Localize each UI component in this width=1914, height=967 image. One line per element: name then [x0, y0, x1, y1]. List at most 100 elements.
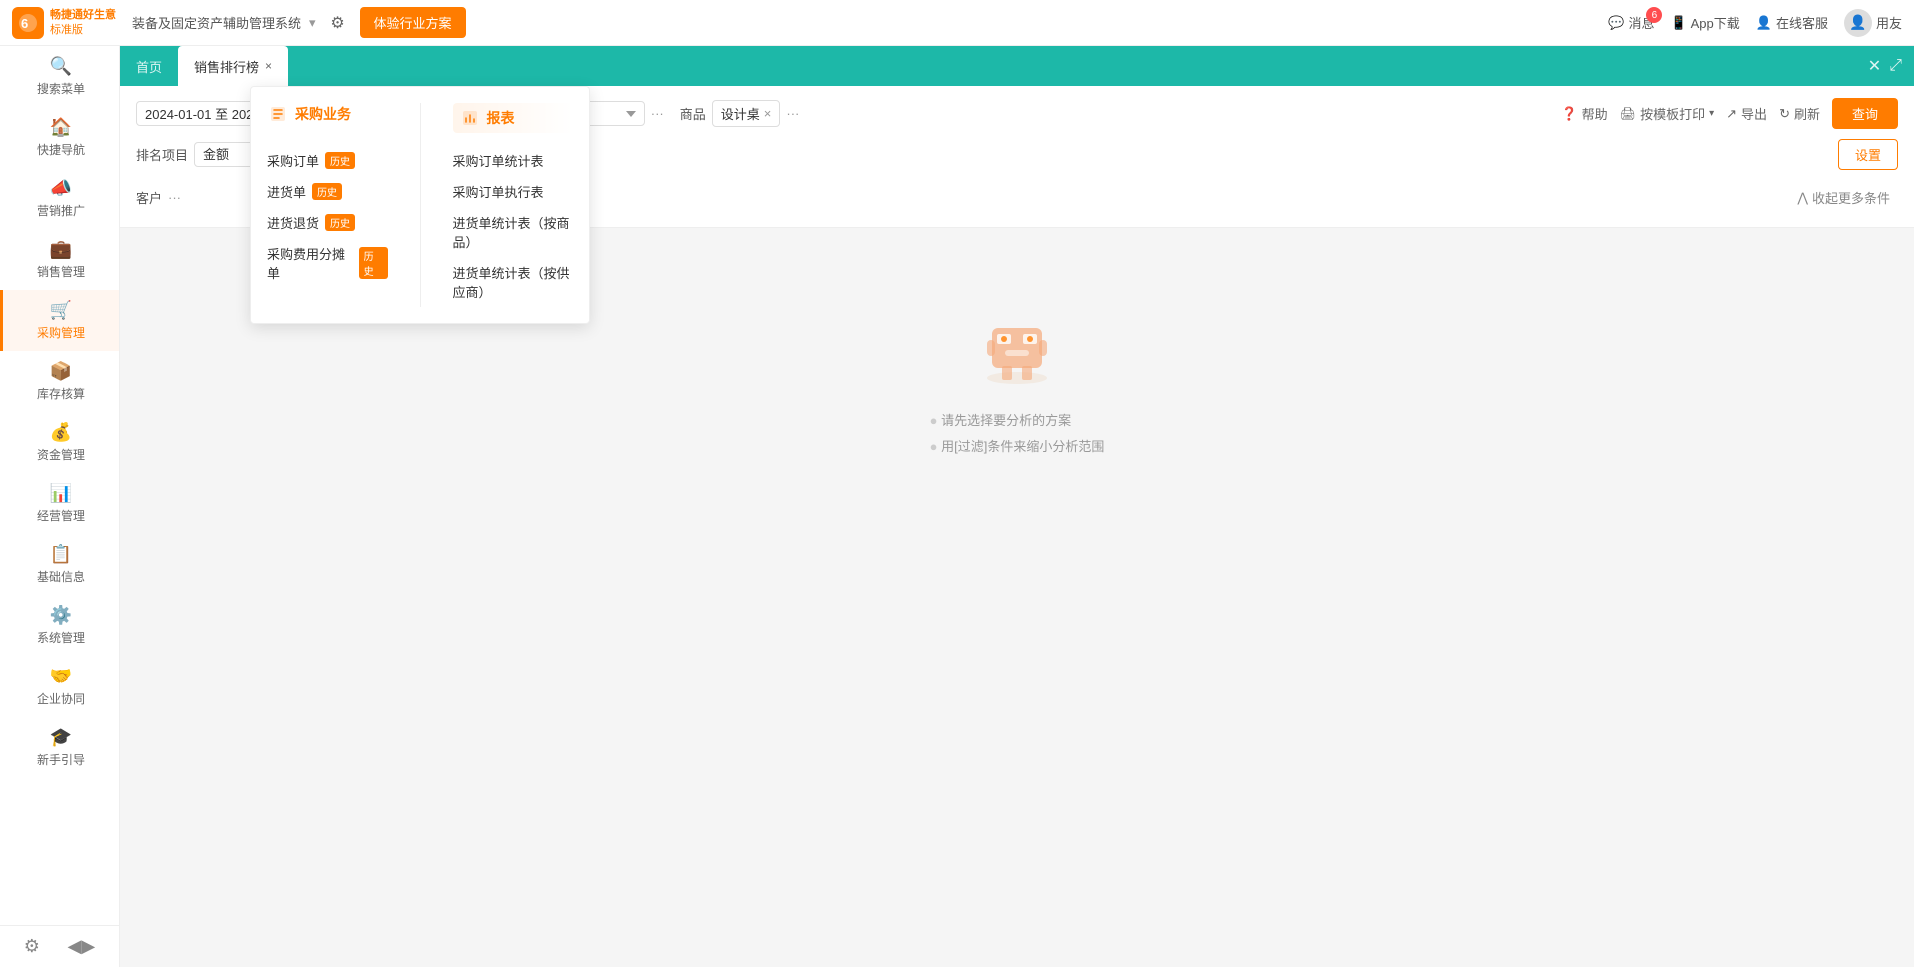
dropdown-item-stock-in[interactable]: 进货单 历史 — [267, 176, 388, 207]
reports-header-icon — [459, 107, 481, 129]
empty-text: 请先选择要分析的方案 用[过滤]条件来缩小分析范围 — [930, 408, 1105, 460]
sidebar-item-sales[interactable]: 💼 销售管理 — [0, 229, 119, 290]
collapse-sidebar-btn[interactable]: ◀▶ — [68, 936, 96, 957]
close-window-icon[interactable]: ✕ — [1868, 56, 1881, 76]
dropdown-item-label: 采购订单 — [267, 151, 319, 170]
sidebar-item-capital[interactable]: 💰 资金管理 — [0, 412, 119, 473]
export-btn[interactable]: ↗ 导出 — [1726, 104, 1767, 123]
maximize-icon[interactable]: ⤢ — [1889, 57, 1902, 75]
settings-icon[interactable]: ⚙ — [324, 9, 352, 37]
inventory-icon: 📦 — [50, 361, 72, 382]
sidebar-item-system[interactable]: ⚙️ 系统管理 — [0, 595, 119, 656]
industry-btn[interactable]: 体验行业方案 — [360, 7, 466, 38]
tab-home[interactable]: 首页 — [120, 46, 178, 86]
sidebar-item-search[interactable]: 🔍 搜索菜单 — [0, 46, 119, 107]
rank-item-label: 排名项目 — [136, 145, 188, 164]
dropdown-col-reports: 报表 采购订单统计表 采购订单执行表 进货单统计表（按商品） 进货单统计表（按供… — [453, 103, 574, 307]
purchase-dropdown-menu: 采购业务 采购订单 历史 进货单 历史 进货退货 历史 — [250, 86, 590, 324]
dropdown-item-label: 进货单统计表（按供应商） — [453, 263, 574, 301]
dropdown-item-purchase-order-exec[interactable]: 采购订单执行表 — [453, 176, 574, 207]
capital-icon: 💰 — [50, 422, 72, 443]
settings-btn-wrap: 设置 — [1838, 139, 1898, 170]
tab-sales-rank-label: 销售排行榜 — [194, 57, 259, 76]
query-btn[interactable]: 查询 — [1832, 98, 1898, 129]
logo-area: 6 畅捷通好生意 标准版 — [12, 7, 132, 39]
system-icon: ⚙️ — [50, 605, 72, 626]
dropdown-item-purchase-expense[interactable]: 采购费用分摊单 历史 — [267, 238, 388, 288]
customer-filter: 客户 ··· — [136, 188, 181, 207]
avatar: 👤 — [1844, 9, 1872, 37]
voucher-status-dots[interactable]: ··· — [651, 106, 664, 121]
refresh-icon: ↻ — [1779, 106, 1790, 122]
refresh-btn[interactable]: ↻ 刷新 — [1779, 104, 1820, 123]
dropdown-item-stock-in-stat-goods[interactable]: 进货单统计表（按商品） — [453, 207, 574, 257]
newbie-icon: 🎓 — [50, 727, 72, 748]
sidebar-item-label: 搜索菜单 — [37, 80, 85, 97]
sidebar-item-label: 快捷导航 — [37, 141, 85, 158]
tab-bar: 首页 销售排行榜 × ✕ ⤢ — [120, 46, 1914, 86]
sidebar-item-inventory[interactable]: 📦 库存核算 — [0, 351, 119, 412]
dropdown-item-stock-return[interactable]: 进货退货 历史 — [267, 207, 388, 238]
dropdown-item-label: 进货单统计表（按商品） — [453, 213, 574, 251]
main-layout: 🔍 搜索菜单 🏠 快捷导航 📣 营销推广 💼 销售管理 🛒 采购管理 📦 库存核… — [0, 46, 1914, 967]
dropdown-item-stock-in-stat-supplier[interactable]: 进货单统计表（按供应商） — [453, 257, 574, 307]
dropdown-item-purchase-order[interactable]: 采购订单 历史 — [267, 145, 388, 176]
service-icon: 👤 — [1756, 15, 1772, 31]
sidebar-item-label: 资金管理 — [37, 446, 85, 463]
message-btn[interactable]: 💬 消息 6 — [1608, 13, 1654, 32]
sidebar-item-baseinfo[interactable]: 📋 基础信息 — [0, 534, 119, 595]
sidebar-item-enterprise[interactable]: 🤝 企业协同 — [0, 656, 119, 717]
sidebar-item-label: 采购管理 — [37, 324, 85, 341]
sidebar-item-operation[interactable]: 📊 经营管理 — [0, 473, 119, 534]
dropdown-cols: 采购业务 采购订单 历史 进货单 历史 进货退货 历史 — [267, 103, 573, 307]
goods-dots[interactable]: ··· — [786, 106, 799, 121]
svg-text:6: 6 — [21, 16, 28, 31]
tab-bar-actions: ✕ ⤢ — [1868, 56, 1914, 76]
sidebar-item-label: 营销推广 — [37, 202, 85, 219]
sidebar-item-quicknav[interactable]: 🏠 快捷导航 — [0, 107, 119, 168]
filter-actions: ❓ 帮助 🖨 按模板打印 ▾ ↗ 导出 ↻ — [1561, 98, 1898, 129]
user-menu[interactable]: 👤 用友 — [1844, 9, 1902, 37]
sidebar-item-marketing[interactable]: 📣 营销推广 — [0, 168, 119, 229]
logo-text: 畅捷通好生意 标准版 — [50, 8, 116, 37]
dropdown-item-purchase-order-stat[interactable]: 采购订单统计表 — [453, 145, 574, 176]
content-area: 首页 销售排行榜 × ✕ ⤢ 最近7天 更多 自 — [120, 46, 1914, 967]
print-dropdown-icon[interactable]: ▾ — [1709, 108, 1714, 119]
goods-tag-close[interactable]: × — [764, 106, 772, 121]
dropdown-item-label: 采购订单统计表 — [453, 151, 544, 170]
print-btn[interactable]: 🖨 按模板打印 ▾ — [1620, 104, 1715, 123]
help-btn[interactable]: ❓ 帮助 — [1561, 104, 1607, 123]
collapse-icon: ⋀ — [1797, 190, 1808, 206]
goods-tag: 设计桌 × — [712, 100, 781, 127]
marketing-icon: 📣 — [50, 178, 72, 199]
history-badge: 历史 — [325, 214, 355, 231]
system-title-dropdown[interactable]: ▾ — [309, 15, 316, 31]
online-service-btn[interactable]: 👤 在线客服 — [1756, 13, 1828, 32]
customer-dots[interactable]: ··· — [168, 190, 181, 205]
dropdown-item-label: 采购费用分摊单 — [267, 244, 353, 282]
top-right: 💬 消息 6 📱 App下载 👤 在线客服 👤 用友 — [1608, 9, 1902, 37]
settings-btn[interactable]: 设置 — [1838, 139, 1898, 170]
dropdown-item-label: 进货退货 — [267, 213, 319, 232]
sidebar-item-purchase[interactable]: 🛒 采购管理 — [0, 290, 119, 351]
sidebar-item-label: 库存核算 — [37, 385, 85, 402]
tab-close-btn[interactable]: × — [265, 59, 272, 73]
settings-bottom-btn[interactable]: ⚙ — [24, 936, 40, 957]
message-badge: 6 — [1646, 7, 1662, 23]
dropdown-purchase-header: 采购业务 — [267, 103, 388, 133]
tab-home-label: 首页 — [136, 57, 162, 76]
export-icon: ↗ — [1726, 106, 1737, 122]
operation-icon: 📊 — [50, 483, 72, 504]
tab-sales-rank[interactable]: 销售排行榜 × — [178, 46, 288, 86]
collapse-btn[interactable]: ⋀ 收起更多条件 — [1789, 180, 1898, 215]
dropdown-item-label: 进货单 — [267, 182, 306, 201]
sidebar-item-newbie[interactable]: 🎓 新手引导 — [0, 717, 119, 778]
dropdown-divider — [420, 103, 421, 307]
baseinfo-icon: 📋 — [50, 544, 72, 565]
goods-filter: 商品 设计桌 × ··· — [680, 100, 800, 127]
sidebar: 🔍 搜索菜单 🏠 快捷导航 📣 营销推广 💼 销售管理 🛒 采购管理 📦 库存核… — [0, 46, 120, 967]
help-icon: ❓ — [1561, 106, 1577, 122]
sidebar-item-label: 系统管理 — [37, 629, 85, 646]
history-badge: 历史 — [312, 183, 342, 200]
app-download-btn[interactable]: 📱 App下载 — [1670, 13, 1739, 32]
